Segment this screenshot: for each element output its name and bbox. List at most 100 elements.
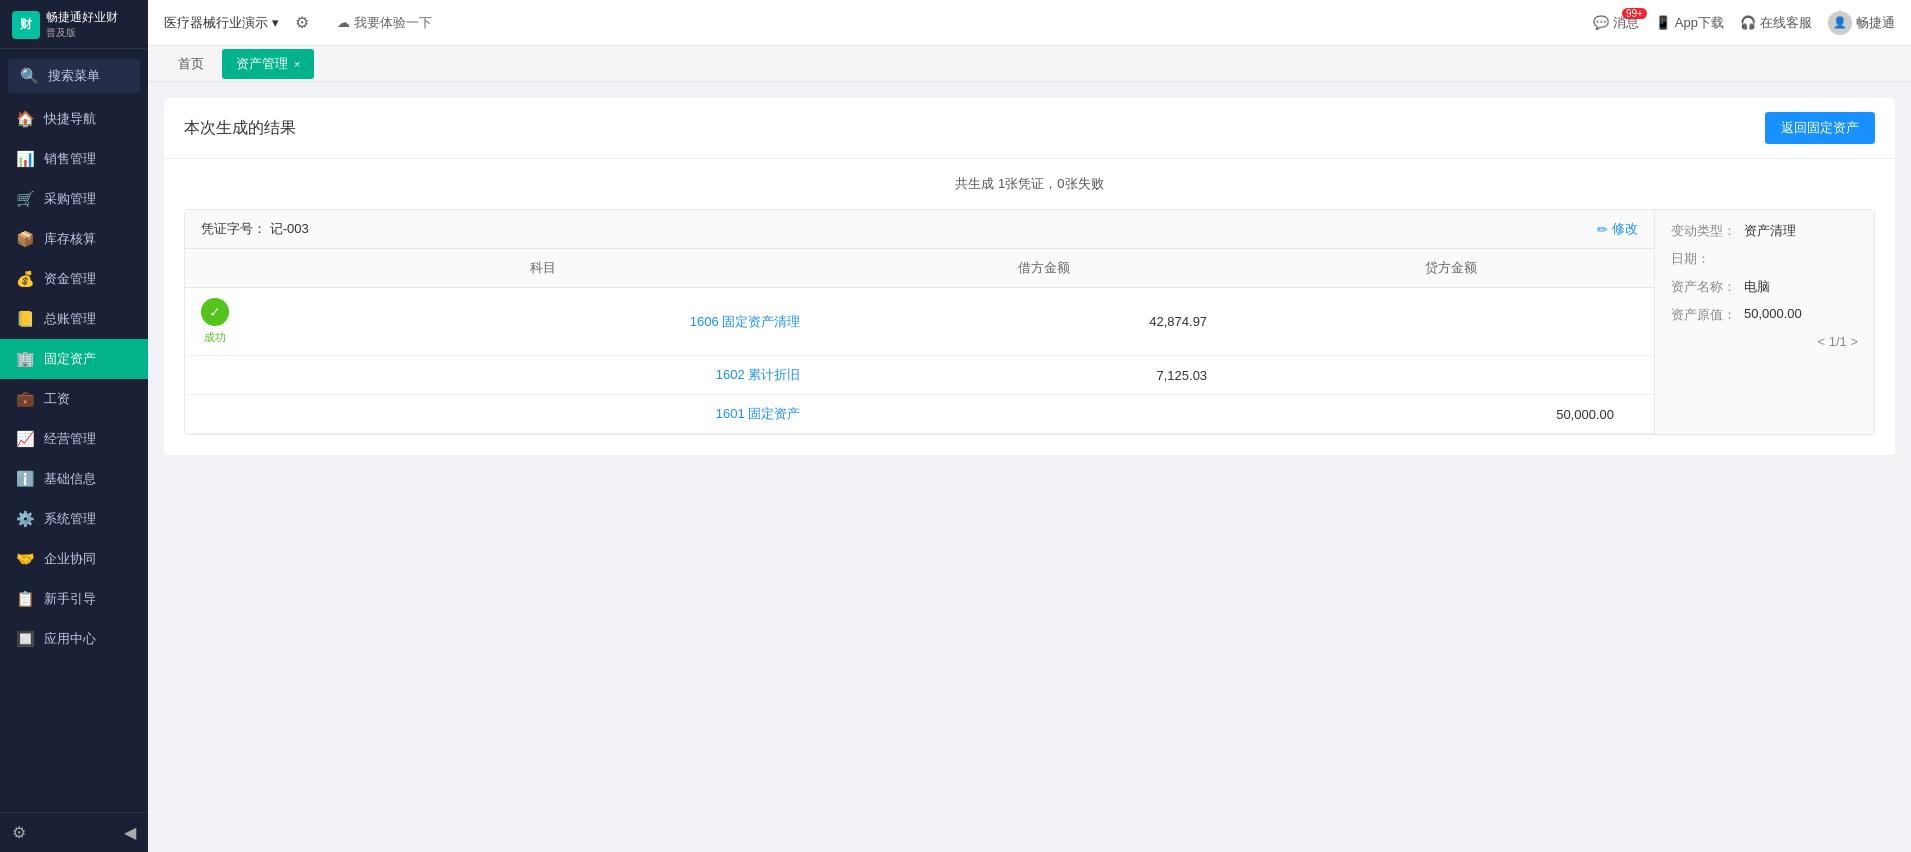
sidebar-item-label: 应用中心 — [44, 630, 96, 648]
sidebar-item-quick-nav[interactable]: 🏠 快捷导航 — [0, 99, 148, 139]
purchase-icon: 🛒 — [16, 190, 34, 208]
page-content: 本次生成的结果 返回固定资产 共生成 1张凭证，0张失败 凭证字号： 记-003 — [148, 82, 1911, 852]
cloud-icon: ☁ — [337, 15, 350, 30]
voucher-header: 凭证字号： 记-003 ✏ 修改 — [185, 210, 1654, 249]
return-button[interactable]: 返回固定资产 — [1765, 112, 1875, 144]
system-icon: ⚙️ — [16, 510, 34, 528]
table-row: ✓ 成功 1606 固定资产清理42,874.97 — [185, 288, 1654, 356]
online-support-button[interactable]: 🎧 在线客服 — [1740, 14, 1812, 32]
col-status — [185, 249, 245, 288]
tabbar: 首页 资产管理 × — [148, 46, 1911, 82]
table-row: 1602 累计折旧7,125.03 — [185, 356, 1654, 395]
sidebar-item-cooperation[interactable]: 🤝 企业协同 — [0, 539, 148, 579]
sidebar-item-sales[interactable]: 📊 销售管理 — [0, 139, 148, 179]
pagination[interactable]: < 1/1 > — [1671, 334, 1858, 349]
sidebar-item-basic-info[interactable]: ℹ️ 基础信息 — [0, 459, 148, 499]
result-header: 本次生成的结果 返回固定资产 — [164, 98, 1895, 159]
topbar-settings-icon[interactable]: ⚙ — [295, 13, 309, 32]
tab-asset-management[interactable]: 资产管理 × — [222, 49, 314, 79]
sidebar-item-inventory[interactable]: 📦 库存核算 — [0, 219, 148, 259]
table-row: 1601 固定资产 50,000.00 — [185, 395, 1654, 434]
collapse-icon[interactable]: ◀ — [124, 823, 136, 842]
summary-text: 共生成 1张凭证，0张失败 — [955, 176, 1103, 191]
voucher-card: 凭证字号： 记-003 ✏ 修改 科目 — [184, 209, 1875, 435]
sidebar-item-guide[interactable]: 📋 新手引导 — [0, 579, 148, 619]
chevron-down-icon: ▾ — [272, 15, 279, 30]
app-logo: 财 畅捷通好业财 普及版 — [0, 0, 148, 49]
main-content: 医疗器械行业演示 ▾ ⚙ ☁ 我要体验一下 💬 消息 99+ 📱 App下载 🎧… — [148, 0, 1911, 852]
col-subject: 科目 — [245, 249, 840, 288]
asset-value-row: 资产原值： 50,000.00 — [1671, 306, 1858, 324]
tab-close-icon[interactable]: × — [294, 58, 300, 70]
subject-cell: 1601 固定资产 — [245, 395, 840, 434]
sidebar-item-label: 经营管理 — [44, 430, 96, 448]
online-support-label: 在线客服 — [1760, 14, 1812, 32]
edit-button[interactable]: ✏ 修改 — [1597, 220, 1638, 238]
edit-label: 修改 — [1612, 220, 1638, 238]
sidebar-item-system[interactable]: ⚙️ 系统管理 — [0, 499, 148, 539]
inventory-icon: 📦 — [16, 230, 34, 248]
sidebar-item-management[interactable]: 📈 经营管理 — [0, 419, 148, 459]
sidebar-item-ledger[interactable]: 📒 总账管理 — [0, 299, 148, 339]
page-title: 本次生成的结果 — [184, 118, 296, 139]
credit-cell — [1247, 356, 1654, 395]
debit-cell — [840, 395, 1247, 434]
sidebar-item-app-center[interactable]: 🔲 应用中心 — [0, 619, 148, 659]
basic-info-icon: ℹ️ — [16, 470, 34, 488]
avatar: 👤 — [1828, 11, 1852, 35]
asset-name-row: 资产名称： 电脑 — [1671, 278, 1858, 296]
sidebar-item-funds[interactable]: 💰 资金管理 — [0, 259, 148, 299]
download-icon: 📱 — [1655, 15, 1671, 30]
support-icon: 🎧 — [1740, 15, 1756, 30]
col-credit: 贷方金额 — [1247, 249, 1654, 288]
cooperation-icon: 🤝 — [16, 550, 34, 568]
voucher-no-value: 记-003 — [270, 221, 309, 236]
funds-icon: 💰 — [16, 270, 34, 288]
ledger-icon: 📒 — [16, 310, 34, 328]
sidebar-item-label: 销售管理 — [44, 150, 96, 168]
sidebar: 财 畅捷通好业财 普及版 🔍 搜索菜单 🏠 快捷导航 📊 销售管理 🛒 采购管理… — [0, 0, 148, 852]
change-type-label: 变动类型： — [1671, 222, 1736, 240]
topbar-right: 💬 消息 99+ 📱 App下载 🎧 在线客服 👤 畅捷通 — [1593, 11, 1895, 35]
voucher-no: 凭证字号： 记-003 — [201, 220, 309, 238]
debit-cell: 42,874.97 — [840, 288, 1247, 356]
app-download-button[interactable]: 📱 App下载 — [1655, 14, 1724, 32]
user-profile[interactable]: 👤 畅捷通 — [1828, 11, 1895, 35]
message-button[interactable]: 💬 消息 99+ — [1593, 14, 1639, 32]
sidebar-item-label: 企业协同 — [44, 550, 96, 568]
sidebar-item-label: 采购管理 — [44, 190, 96, 208]
guide-icon: 📋 — [16, 590, 34, 608]
credit-cell — [1247, 288, 1654, 356]
date-row: 日期： — [1671, 250, 1858, 268]
company-selector[interactable]: 医疗器械行业演示 ▾ — [164, 14, 279, 32]
result-summary: 共生成 1张凭证，0张失败 — [164, 159, 1895, 209]
sidebar-item-purchase[interactable]: 🛒 采购管理 — [0, 179, 148, 219]
asset-name-label: 资产名称： — [1671, 278, 1736, 296]
asset-value-label: 资产原值： — [1671, 306, 1736, 324]
sidebar-item-search[interactable]: 🔍 搜索菜单 — [8, 59, 140, 93]
change-type-row: 变动类型： 资产清理 — [1671, 222, 1858, 240]
message-badge: 99+ — [1622, 8, 1647, 19]
status-cell — [185, 356, 245, 395]
experience-label: 我要体验一下 — [354, 14, 432, 32]
sidebar-item-label: 固定资产 — [44, 350, 96, 368]
logo-icon: 财 — [12, 11, 40, 39]
settings-bottom-icon[interactable]: ⚙ — [12, 823, 26, 842]
tab-home[interactable]: 首页 — [164, 49, 218, 79]
credit-cell: 50,000.00 — [1247, 395, 1654, 434]
sidebar-nav: 🔍 搜索菜单 🏠 快捷导航 📊 销售管理 🛒 采购管理 📦 库存核算 💰 资金管… — [0, 49, 148, 812]
voucher-table: 科目 借方金额 贷方金额 ✓ 成功 1606 固定资产清理42,874.9716… — [185, 249, 1654, 434]
asset-name-value: 电脑 — [1744, 278, 1770, 296]
sidebar-item-salary[interactable]: 💼 工资 — [0, 379, 148, 419]
sidebar-item-fixed-assets[interactable]: 🏢 固定资产 — [0, 339, 148, 379]
status-cell — [185, 395, 245, 434]
voucher-side-panel: 变动类型： 资产清理 日期： 资产名称： 电脑 资产原值： 50,000.00 — [1654, 210, 1874, 434]
salary-icon: 💼 — [16, 390, 34, 408]
experience-button[interactable]: ☁ 我要体验一下 — [337, 14, 432, 32]
company-name: 医疗器械行业演示 — [164, 14, 268, 32]
sales-icon: 📊 — [16, 150, 34, 168]
edit-icon: ✏ — [1597, 222, 1608, 237]
sidebar-bottom: ⚙ ◀ — [0, 812, 148, 852]
status-cell: ✓ 成功 — [185, 288, 245, 356]
sidebar-item-label: 基础信息 — [44, 470, 96, 488]
